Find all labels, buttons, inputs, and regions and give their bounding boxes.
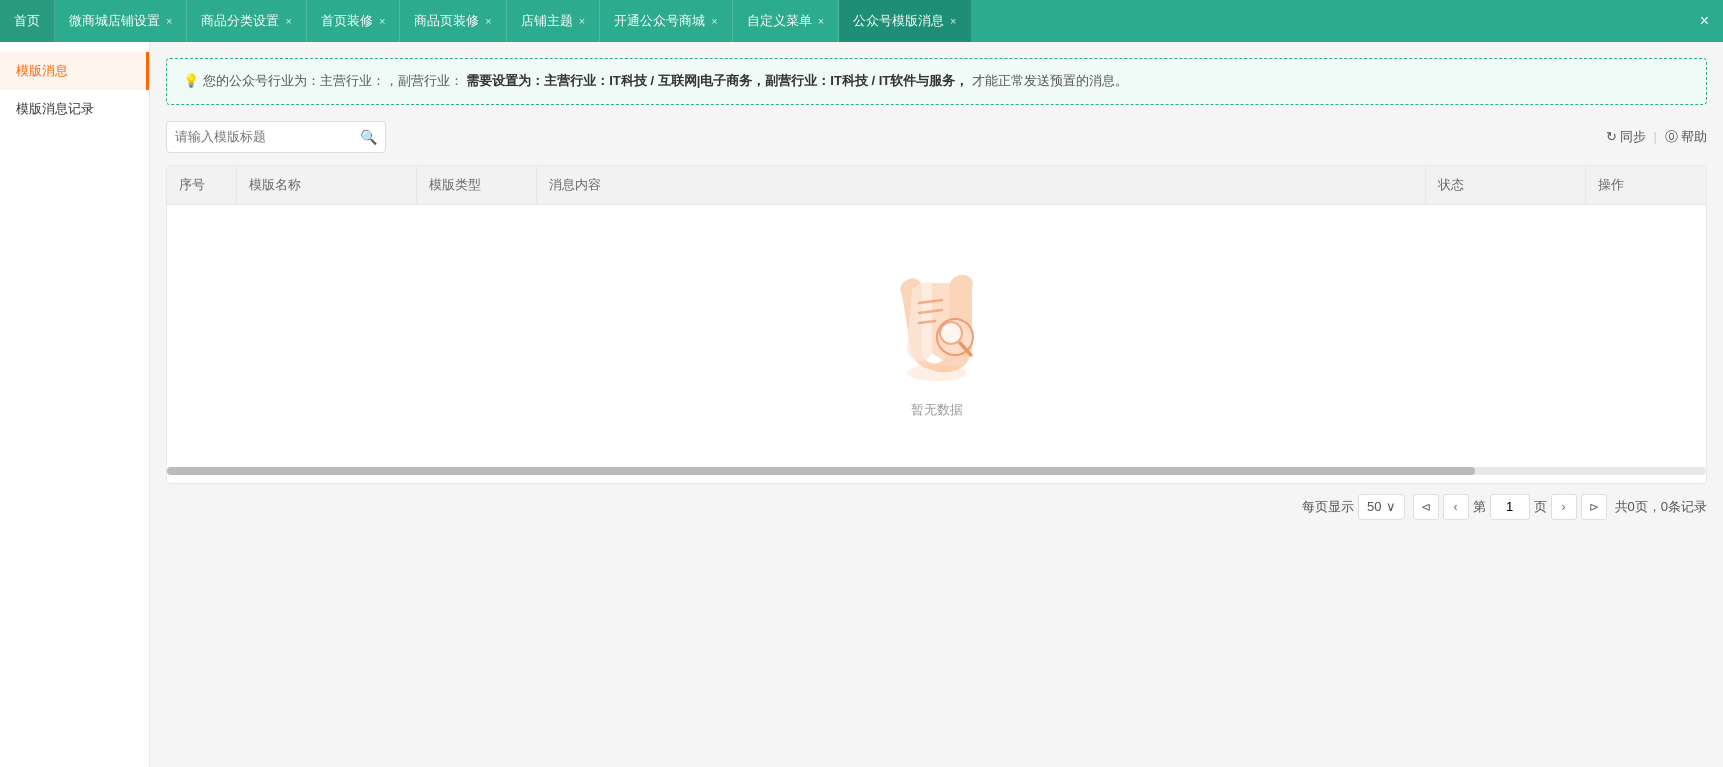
close-tab-mall[interactable]: × <box>711 15 717 27</box>
search-input-wrapper[interactable]: 🔍 <box>166 121 386 153</box>
nav-tab-home[interactable]: 首页 <box>0 0 55 42</box>
col-index: 序号 <box>167 166 237 204</box>
nav-tab-templatemsg[interactable]: 公众号模版消息 × <box>839 0 971 42</box>
page-size-select: 每页显示 50 ∨ <box>1302 494 1404 520</box>
chevron-down-icon: ∨ <box>1386 499 1396 514</box>
sidebar-item-records[interactable]: 模版消息记录 <box>0 90 149 128</box>
next-page-button[interactable]: › <box>1551 494 1577 520</box>
close-tab-templatemsg[interactable]: × <box>950 15 956 27</box>
page-size-label: 每页显示 <box>1302 498 1354 516</box>
page-size-value: 50 <box>1367 499 1381 514</box>
page-nav: ⊲ ‹ 第 页 › ⊳ <box>1413 494 1607 520</box>
nav-tab-label: 商品分类设置 <box>201 12 279 30</box>
last-page-button[interactable]: ⊳ <box>1581 494 1607 520</box>
nav-tab-mall[interactable]: 开通公众号商城 × <box>600 0 732 42</box>
nav-tab-productpage[interactable]: 商品页装修 × <box>400 0 506 42</box>
sidebar-item-template[interactable]: 模版消息 <box>0 52 149 90</box>
page-total: 共0页，0条记录 <box>1615 498 1707 516</box>
nav-tab-label: 店铺主题 <box>521 12 573 30</box>
help-icon: ⓪ <box>1665 128 1678 146</box>
nav-tab-custommenu[interactable]: 自定义菜单 × <box>733 0 839 42</box>
search-bar: 🔍 ↻ 同步 | ⓪ 帮助 <box>166 121 1707 153</box>
col-type: 模版类型 <box>417 166 537 204</box>
col-content: 消息内容 <box>537 166 1426 204</box>
svg-point-7 <box>944 326 950 332</box>
page-label: 页 <box>1534 498 1547 516</box>
nav-tab-label: 首页 <box>14 12 40 30</box>
page-size-dropdown[interactable]: 50 ∨ <box>1358 494 1404 520</box>
nav-tab-label: 首页装修 <box>321 12 373 30</box>
main-content: 💡 您的公众号行业为：主营行业：，副营行业： 需要设置为：主营行业：IT科技 /… <box>150 42 1723 767</box>
toolbar-right: ↻ 同步 | ⓪ 帮助 <box>1606 128 1707 146</box>
nav-tab-homepage[interactable]: 首页装修 × <box>307 0 400 42</box>
sidebar: 模版消息 模版消息记录 <box>0 42 150 767</box>
nav-tab-label: 开通公众号商城 <box>614 12 705 30</box>
notice-highlight: 需要设置为：主营行业：IT科技 / 互联网|电子商务，副营行业：IT科技 / I… <box>466 73 968 88</box>
scroll-track[interactable] <box>167 467 1706 475</box>
empty-state: 暂无数据 <box>167 205 1706 459</box>
close-tab-homepage[interactable]: × <box>379 15 385 27</box>
pagination: 每页显示 50 ∨ ⊲ ‹ 第 页 › ⊳ 共0页，0条记录 <box>166 484 1707 524</box>
help-button[interactable]: ⓪ 帮助 <box>1665 128 1707 146</box>
search-input[interactable] <box>175 129 360 144</box>
nav-tab-label: 商品页装修 <box>414 12 479 30</box>
help-label: 帮助 <box>1681 128 1707 146</box>
table-header: 序号 模版名称 模版类型 消息内容 状态 操作 <box>167 166 1706 205</box>
empty-icon <box>877 265 997 385</box>
toolbar-divider: | <box>1654 129 1657 144</box>
sync-icon: ↻ <box>1606 129 1617 144</box>
nav-tab-category[interactable]: 商品分类设置 × <box>187 0 306 42</box>
close-tab-theme[interactable]: × <box>579 15 585 27</box>
first-page-button[interactable]: ⊲ <box>1413 494 1439 520</box>
nav-tab-label: 微商城店铺设置 <box>69 12 160 30</box>
notice-banner: 💡 您的公众号行业为：主营行业：，副营行业： 需要设置为：主营行业：IT科技 /… <box>166 58 1707 105</box>
col-action: 操作 <box>1586 166 1706 204</box>
close-tab-category[interactable]: × <box>285 15 291 27</box>
current-page-input[interactable] <box>1490 494 1530 520</box>
svg-point-5 <box>940 322 962 344</box>
sync-label: 同步 <box>1620 128 1646 146</box>
nav-tab-label: 公众号模版消息 <box>853 12 944 30</box>
close-tab-productpage[interactable]: × <box>485 15 491 27</box>
nav-tab-label: 自定义菜单 <box>747 12 812 30</box>
empty-text: 暂无数据 <box>911 401 963 419</box>
prev-page-button[interactable]: ‹ <box>1443 494 1469 520</box>
scroll-thumb[interactable] <box>167 467 1475 475</box>
nav-tab-wshop[interactable]: 微商城店铺设置 × <box>55 0 187 42</box>
notice-icon: 💡 <box>183 73 199 88</box>
notice-text-suffix: 才能正常发送预置的消息。 <box>972 73 1128 88</box>
close-tab-custommenu[interactable]: × <box>818 15 824 27</box>
table-wrapper: 序号 模版名称 模版类型 消息内容 状态 操作 <box>166 165 1707 484</box>
col-status: 状态 <box>1426 166 1586 204</box>
nav-tab-theme[interactable]: 店铺主题 × <box>507 0 600 42</box>
col-name: 模版名称 <box>237 166 417 204</box>
sidebar-item-label: 模版消息 <box>16 63 68 78</box>
sync-button[interactable]: ↻ 同步 <box>1606 128 1646 146</box>
notice-text-prefix: 您的公众号行业为：主营行业：，副营行业： <box>203 73 463 88</box>
search-icon[interactable]: 🔍 <box>360 129 377 145</box>
layout: 模版消息 模版消息记录 💡 您的公众号行业为：主营行业：，副营行业： 需要设置为… <box>0 42 1723 767</box>
close-tab-wshop[interactable]: × <box>166 15 172 27</box>
close-all-button[interactable]: × <box>1686 12 1723 30</box>
sidebar-item-label: 模版消息记录 <box>16 101 94 116</box>
top-nav: 首页 微商城店铺设置 × 商品分类设置 × 首页装修 × 商品页装修 × 店铺主… <box>0 0 1723 42</box>
page-word: 第 <box>1473 498 1486 516</box>
